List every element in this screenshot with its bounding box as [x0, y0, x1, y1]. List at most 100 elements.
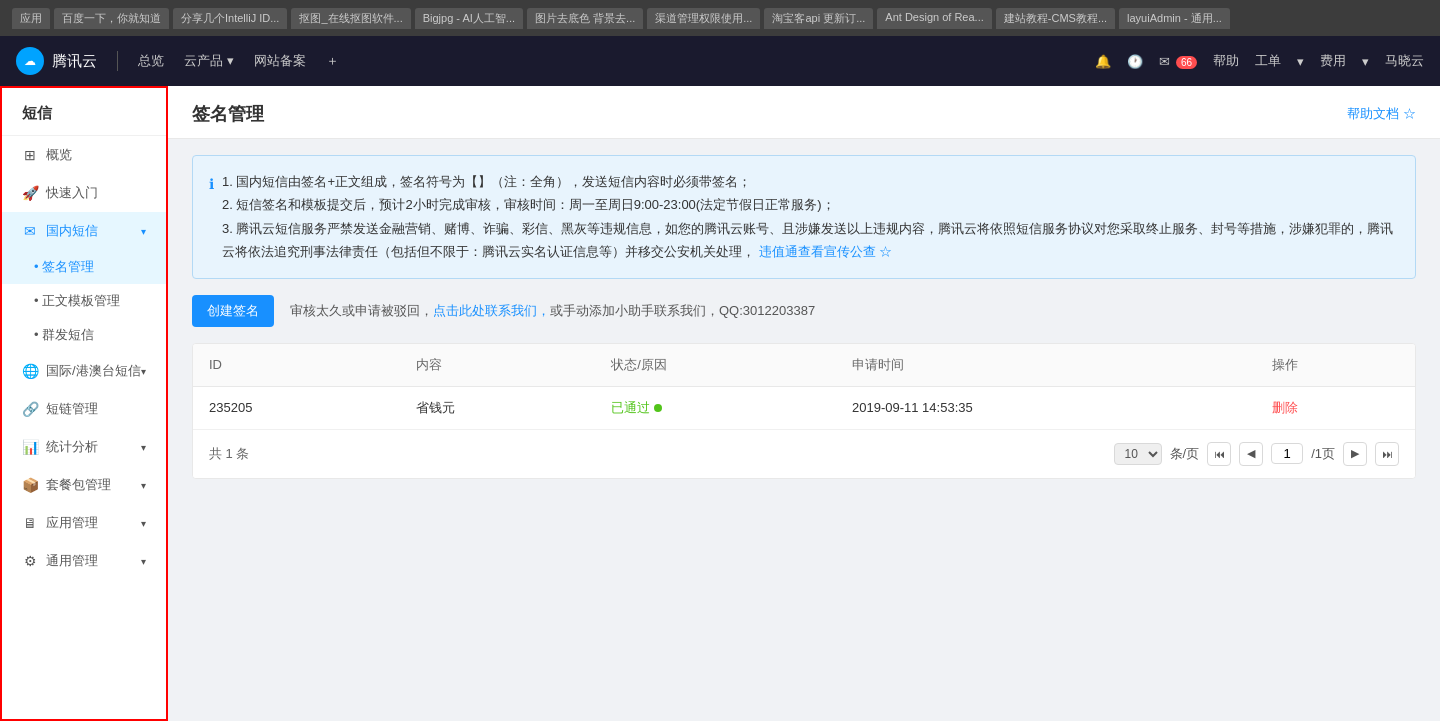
- info-box-row: ℹ 1. 国内短信由签名+正文组成，签名符号为【】（注：全角），发送短信内容时必…: [209, 170, 1399, 264]
- sidebar-item-stats-label: 统计分析: [46, 438, 98, 456]
- status-badge: 已通过: [611, 399, 820, 417]
- box-icon: 📦: [22, 477, 38, 493]
- sidebar-item-app[interactable]: 🖥 应用管理 ▾: [2, 504, 166, 542]
- sidebar-item-shortlink[interactable]: 🔗 短链管理: [2, 390, 166, 428]
- browser-tab-2[interactable]: 百度一下，你就知道: [54, 8, 169, 29]
- browser-tab-9[interactable]: Ant Design of Rea...: [877, 8, 991, 29]
- browser-tab-6[interactable]: 图片去底色 背景去...: [527, 8, 643, 29]
- nav-mail-icon[interactable]: ✉ 66: [1159, 54, 1197, 69]
- browser-tab-1[interactable]: 应用: [12, 8, 50, 29]
- top-nav-right: 🔔 🕐 ✉ 66 帮助 工单 ▾ 费用 ▾ 马晓云: [1095, 52, 1424, 70]
- page-input[interactable]: [1271, 443, 1303, 464]
- chart-icon: 📊: [22, 439, 38, 455]
- sidebar-item-signature-label: •: [34, 259, 42, 274]
- sidebar-item-domestic[interactable]: ✉ 国内短信 ▾: [2, 212, 166, 250]
- table-body: 235205 省钱元 已通过 2019-09-11 14:53:35 删除: [193, 386, 1415, 429]
- chevron-right-icon-package: ▾: [141, 480, 146, 491]
- sidebar-item-domestic-label: 国内短信: [46, 222, 98, 240]
- sidebar-item-overview[interactable]: ⊞ 概览: [2, 136, 166, 174]
- prev-page-button[interactable]: ◀: [1239, 442, 1263, 466]
- sidebar-title: 短信: [2, 88, 166, 136]
- sidebar-section: ⊞ 概览 🚀 快速入门 ✉ 国内短信 ▾ • 签名管理 • 正文模板管理: [2, 136, 166, 580]
- last-page-button[interactable]: ⏭: [1375, 442, 1399, 466]
- delete-button[interactable]: 删除: [1272, 400, 1298, 415]
- nav-clock-icon[interactable]: 🕐: [1127, 54, 1143, 69]
- browser-tab-5[interactable]: Bigjpg - AI人工智...: [415, 8, 523, 29]
- nav-user[interactable]: 马晓云: [1385, 52, 1424, 70]
- page-title: 签名管理: [192, 102, 264, 126]
- sidebar-item-package[interactable]: 📦 套餐包管理 ▾: [2, 466, 166, 504]
- main-layout: 短信 ⊞ 概览 🚀 快速入门 ✉ 国内短信 ▾ • 签名管理: [0, 86, 1440, 721]
- col-action: 操作: [1256, 344, 1415, 387]
- logo-text: 腾讯云: [52, 52, 97, 71]
- browser-tab-4[interactable]: 抠图_在线抠图软件...: [291, 8, 410, 29]
- help-link[interactable]: 帮助文档 ☆: [1347, 105, 1416, 123]
- sidebar-item-send-label: •: [34, 327, 42, 342]
- sidebar-item-overview-label: 概览: [46, 146, 72, 164]
- link-icon: 🔗: [22, 401, 38, 417]
- nav-item-overview[interactable]: 总览: [138, 48, 164, 74]
- browser-tab-7[interactable]: 渠道管理权限使用...: [647, 8, 760, 29]
- total-pages-label: /1页: [1311, 445, 1335, 463]
- info-line-2: 2. 短信签名和模板提交后，预计2小时完成审核，审核时间：周一至周日9:00-2…: [222, 193, 1399, 216]
- content-area: 签名管理 帮助文档 ☆ ℹ 1. 国内短信由签名+正文组成，签名符号为【】（注：…: [168, 86, 1440, 721]
- info-text: 1. 国内短信由签名+正文组成，签名符号为【】（注：全角），发送短信内容时必须带…: [222, 170, 1399, 264]
- table-row: 235205 省钱元 已通过 2019-09-11 14:53:35 删除: [193, 386, 1415, 429]
- sidebar-item-send[interactable]: • 群发短信: [2, 318, 166, 352]
- action-contact-link[interactable]: 点击此处联系我们，: [433, 303, 550, 318]
- pagination-controls: 10 20 50 条/页 ⏮ ◀ /1页 ▶ ⏭: [1114, 442, 1399, 466]
- pagination-row: 共 1 条 10 20 50 条/页 ⏮ ◀ /1页 ▶ ⏭: [193, 429, 1415, 478]
- info-icon: ℹ: [209, 172, 214, 197]
- browser-tab-11[interactable]: layuiAdmin - 通用...: [1119, 8, 1230, 29]
- nav-item-website[interactable]: 网站备案: [254, 48, 306, 74]
- sidebar-item-general-label: 通用管理: [46, 552, 98, 570]
- browser-tab-8[interactable]: 淘宝客api 更新订...: [764, 8, 873, 29]
- sidebar-item-general[interactable]: ⚙ 通用管理 ▾: [2, 542, 166, 580]
- nav-help[interactable]: 帮助: [1213, 52, 1239, 70]
- nav-billing[interactable]: 费用: [1320, 52, 1346, 70]
- signatures-table: ID 内容 状态/原因 申请时间 操作 235205 省钱元 已通过: [193, 344, 1415, 429]
- sidebar-item-quickstart-label: 快速入门: [46, 184, 98, 202]
- col-id: ID: [193, 344, 400, 387]
- sidebar-item-stats[interactable]: 📊 统计分析 ▾: [2, 428, 166, 466]
- chevron-down-icon: ▾: [141, 226, 146, 237]
- sidebar-item-template-label: •: [34, 293, 42, 308]
- action-help-prefix: 审核太久或申请被驳回，: [290, 303, 433, 318]
- sidebar-item-shortlink-label: 短链管理: [46, 400, 98, 418]
- chevron-right-icon-app: ▾: [141, 518, 146, 529]
- row-content: 省钱元: [400, 386, 595, 429]
- total-count: 共 1 条: [209, 445, 249, 463]
- globe-icon: 🌐: [22, 363, 38, 379]
- next-page-button[interactable]: ▶: [1343, 442, 1367, 466]
- logo[interactable]: ☁ 腾讯云: [16, 47, 97, 75]
- sidebar-item-template[interactable]: • 正文模板管理: [2, 284, 166, 318]
- table-container: ID 内容 状态/原因 申请时间 操作 235205 省钱元 已通过: [192, 343, 1416, 479]
- page-size-select[interactable]: 10 20 50: [1114, 443, 1162, 465]
- first-page-button[interactable]: ⏮: [1207, 442, 1231, 466]
- top-nav: ☁ 腾讯云 总览 云产品 ▾ 网站备案 ＋ 🔔 🕐 ✉ 66 帮助 工单 ▾ 费…: [0, 36, 1440, 86]
- sidebar-item-international[interactable]: 🌐 国际/港澳台短信 ▾: [2, 352, 166, 390]
- col-content: 内容: [400, 344, 595, 387]
- action-help-suffix: 或手动添加小助手联系我们，QQ:3012203387: [550, 303, 815, 318]
- row-action: 删除: [1256, 386, 1415, 429]
- logo-icon: ☁: [16, 47, 44, 75]
- col-status: 状态/原因: [595, 344, 836, 387]
- info-line-3: 3. 腾讯云短信服务严禁发送金融营销、赌博、诈骗、彩信、黑灰等违规信息，如您的腾…: [222, 217, 1399, 264]
- nav-notification-icon[interactable]: 🔔: [1095, 54, 1111, 69]
- sidebar-item-quickstart[interactable]: 🚀 快速入门: [2, 174, 166, 212]
- info-link[interactable]: 违值通查看宣传公查 ☆: [759, 244, 893, 259]
- status-dot-icon: [654, 404, 662, 412]
- nav-ticket[interactable]: 工单: [1255, 52, 1281, 70]
- nav-item-add[interactable]: ＋: [326, 48, 339, 74]
- sidebar-item-signature[interactable]: • 签名管理: [2, 250, 166, 284]
- action-bar: 创建签名 审核太久或申请被驳回，点击此处联系我们，或手动添加小助手联系我们，QQ…: [168, 295, 1440, 343]
- content-header: 签名管理 帮助文档 ☆: [168, 86, 1440, 139]
- browser-tab-3[interactable]: 分享几个IntelliJ ID...: [173, 8, 287, 29]
- info-box: ℹ 1. 国内短信由签名+正文组成，签名符号为【】（注：全角），发送短信内容时必…: [192, 155, 1416, 279]
- chevron-right-icon-general: ▾: [141, 556, 146, 567]
- info-line-1: 1. 国内短信由签名+正文组成，签名符号为【】（注：全角），发送短信内容时必须带…: [222, 170, 1399, 193]
- nav-item-products[interactable]: 云产品 ▾: [184, 48, 234, 74]
- create-signature-button[interactable]: 创建签名: [192, 295, 274, 327]
- table-head: ID 内容 状态/原因 申请时间 操作: [193, 344, 1415, 387]
- browser-tab-10[interactable]: 建站教程-CMS教程...: [996, 8, 1115, 29]
